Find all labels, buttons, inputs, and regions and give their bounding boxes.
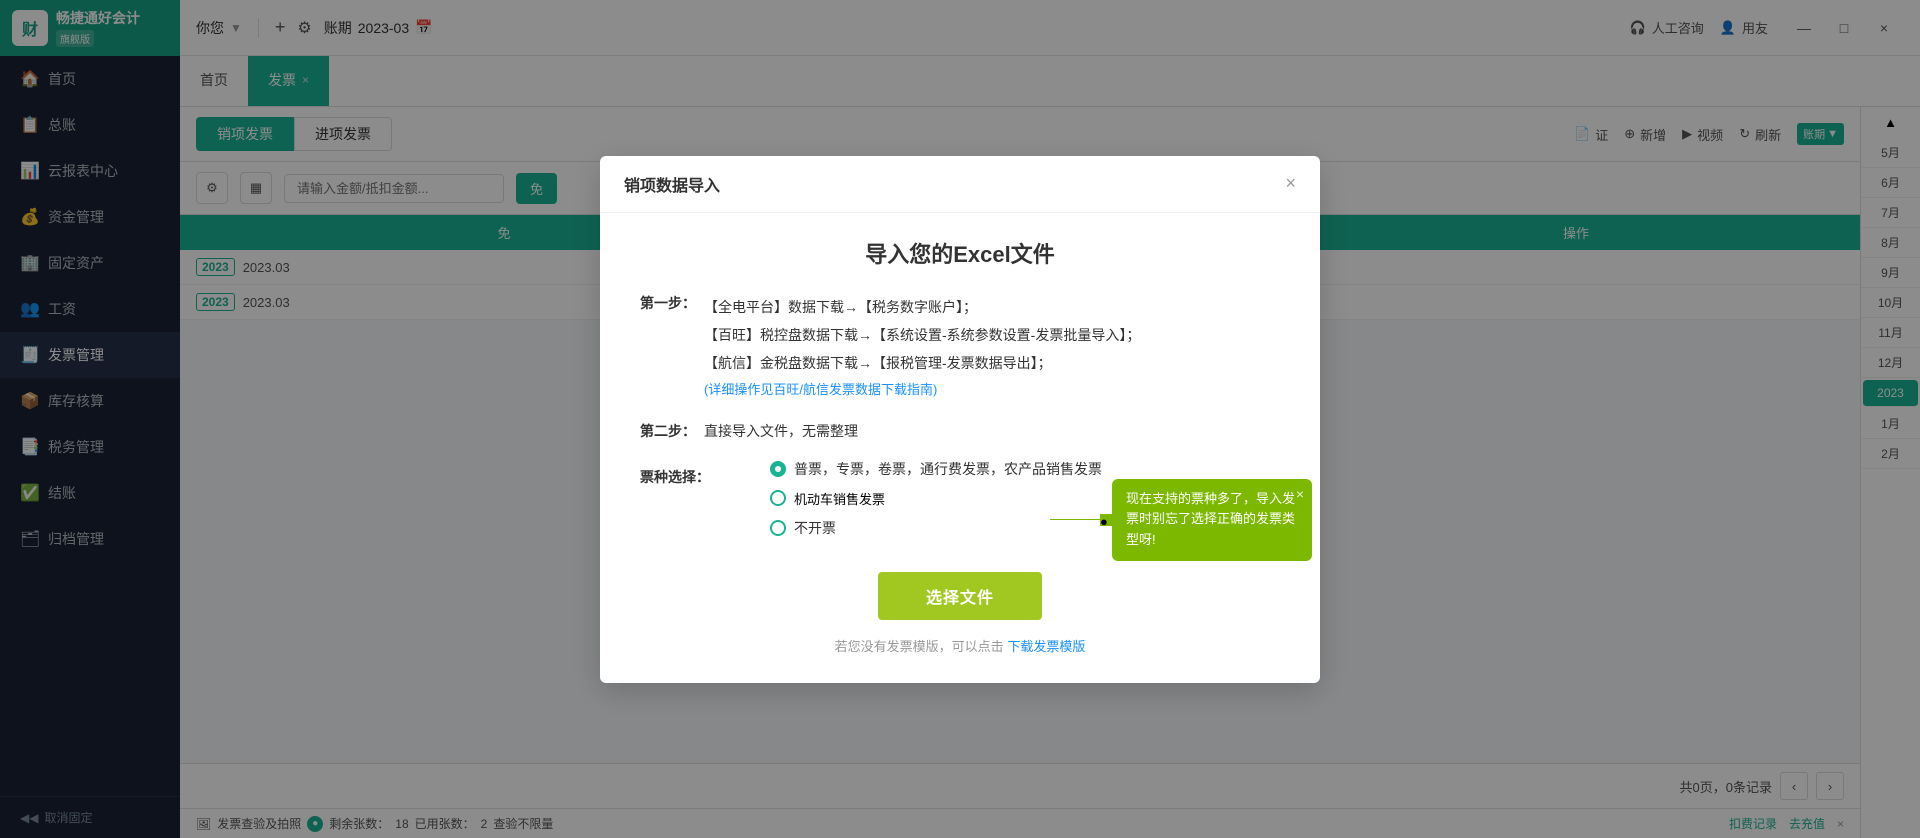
step1-line-2: 【百旺】税控盘数据下载→【系统设置-系统参数设置-发票批量导入】； [704,321,1140,349]
radio-label-noinvoice: 不开票 [794,518,836,538]
ticket-select-label: 票种选择： [640,467,710,487]
footer-link[interactable]: 下载发票模版 [1007,639,1085,654]
tooltip-balloon: × 现在支持的票种多了，导入发票时别忘了选择正确的发票类型呀! [1112,479,1312,561]
tooltip-container: ● × 现在支持的票种多了，导入发票时别忘了选择正确的发票类型呀! [1050,479,1312,561]
modal-close-btn[interactable]: × [1285,173,1296,194]
tooltip-line [1050,519,1100,520]
modal-footer: 若您没有发票模版，可以点击 下载发票模版 [640,636,1280,655]
ticket-select-row: 票种选择： 普票，专票，卷票，通行费发票，农产品销售发票 机动车销售发票 [640,459,1280,548]
radio-label-motor: 机动车销售发票 [794,489,885,508]
footer-text: 若您没有发票模版，可以点击 [835,639,1004,654]
step1-link[interactable]: (详细操作见百旺/航信发票数据下载指南) [704,377,1140,403]
modal-body: 导入您的Excel文件 第一步： 【全电平台】数据下载→【税务数字账户】； 【百… [600,213,1320,683]
modal-title: 销项数据导入 [624,172,720,196]
modal-step1: 第一步： 【全电平台】数据下载→【税务数字账户】； 【百旺】税控盘数据下载→【系… [640,293,1280,403]
step1-label: 第一步： [640,293,696,313]
tooltip-text: 现在支持的票种多了，导入发票时别忘了选择正确的发票类型呀! [1126,491,1295,548]
radio-group: 普票，专票，卷票，通行费发票，农产品销售发票 机动车销售发票 ● × [718,459,1102,538]
modal-header: 销项数据导入 × [600,156,1320,213]
step1-line-3: 【航信】金税盘数据下载→【报税管理-发票数据导出】； [704,349,1140,377]
modal-main-title: 导入您的Excel文件 [640,237,1280,269]
select-file-btn[interactable]: 选择文件 [878,572,1042,620]
step1-content: 【全电平台】数据下载→【税务数字账户】； 【百旺】税控盘数据下载→【系统设置-系… [704,293,1140,403]
radio-option-normal[interactable]: 普票，专票，卷票，通行费发票，农产品销售发票 [770,459,1102,479]
tooltip-close-btn[interactable]: × [1296,483,1304,505]
radio-circle-motor [770,490,786,506]
step2-text: 直接导入文件，无需整理 [704,421,858,441]
radio-circle-noinvoice [770,520,786,536]
modal-dialog: 销项数据导入 × 导入您的Excel文件 第一步： 【全电平台】数据下载→【税务… [600,156,1320,683]
select-file-container: 选择文件 [640,572,1280,620]
step2-label: 第二步： [640,421,696,441]
step1-line-1: 【全电平台】数据下载→【税务数字账户】； [704,293,1140,321]
radio-option-motor[interactable]: 机动车销售发票 ● × 现在支持的票种多了，导入发票时别忘了选择正确的发票类型呀… [770,489,1102,508]
tooltip-dot: ● [1100,514,1112,526]
radio-group-container: 普票，专票，卷票，通行费发票，农产品销售发票 机动车销售发票 ● × [718,459,1102,548]
modal-overlay: 销项数据导入 × 导入您的Excel文件 第一步： 【全电平台】数据下载→【税务… [0,0,1920,838]
radio-label-normal: 普票，专票，卷票，通行费发票，农产品销售发票 [794,459,1102,479]
modal-step2: 第二步： 直接导入文件，无需整理 [640,421,1280,441]
radio-circle-normal [770,461,786,477]
